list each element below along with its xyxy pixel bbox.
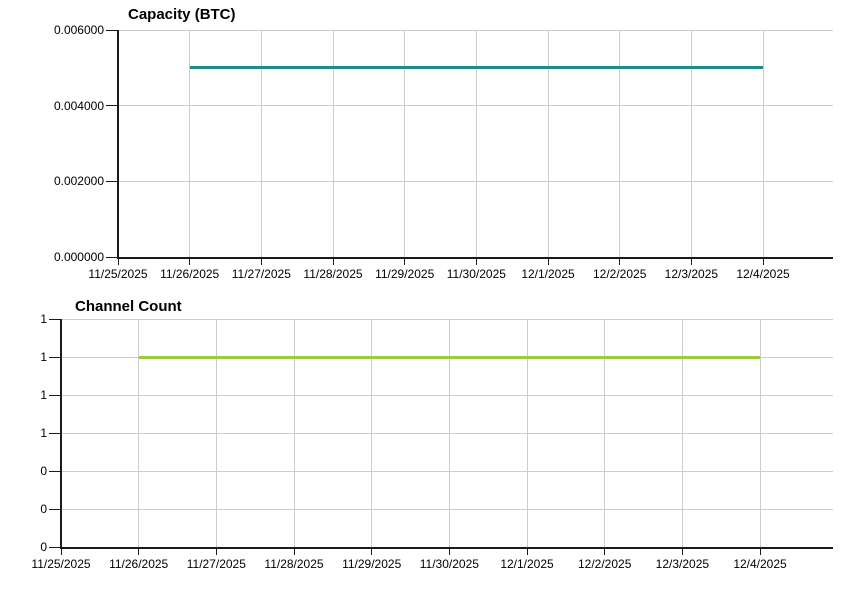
y-axis-tick	[49, 508, 60, 510]
y-tick-label: 1	[40, 350, 47, 364]
x-axis-tick	[138, 549, 140, 555]
y-tick-label: 1	[40, 426, 47, 440]
v-gridline	[293, 319, 295, 547]
v-gridline	[759, 319, 761, 547]
x-tick-label: 12/2/2025	[577, 557, 632, 571]
y-axis-tick	[49, 546, 60, 548]
h-gridline	[61, 394, 833, 396]
h-gridline	[61, 470, 833, 472]
y-tick-label: 0	[40, 540, 47, 554]
charts-canvas: Capacity (BTC) 0.006000 0.004000 0.002000 0.…	[0, 0, 860, 600]
y-axis-tick	[49, 356, 60, 358]
y-tick-label: 1	[40, 312, 47, 326]
x-axis-tick	[604, 549, 606, 555]
y-tick-label: 0	[40, 464, 47, 478]
channel-count-chart: Channel Count 1 1 1 1 0 0 0 11/25/2025 11/26/2025…	[0, 0, 860, 600]
x-tick-label: 12/4/2025	[733, 557, 787, 571]
h-gridline	[61, 508, 833, 510]
v-gridline	[681, 319, 683, 547]
y-tick-label: 0	[40, 502, 47, 516]
y-axis-tick	[49, 432, 60, 434]
x-axis-line	[60, 547, 833, 549]
x-tick-label: 11/30/2025	[419, 557, 479, 571]
v-gridline	[371, 319, 373, 547]
x-axis-tick	[215, 549, 217, 555]
v-gridline	[526, 319, 528, 547]
x-tick-label: 12/3/2025	[655, 557, 710, 571]
h-gridline	[61, 432, 833, 434]
y-axis-tick	[49, 394, 60, 396]
chart-title: Channel Count	[75, 298, 182, 315]
v-gridline	[448, 319, 450, 547]
v-gridline	[138, 319, 140, 547]
x-axis-tick	[293, 549, 295, 555]
y-axis-tick	[49, 318, 60, 320]
x-axis-tick	[681, 549, 683, 555]
v-gridline	[604, 319, 606, 547]
x-tick-label: 12/1/2025	[500, 557, 554, 571]
y-tick-label: 1	[40, 388, 47, 402]
x-tick-label: 11/29/2025	[342, 557, 402, 571]
x-axis-tick	[60, 549, 62, 555]
v-gridline	[215, 319, 217, 547]
h-gridline	[61, 318, 833, 320]
channel_count-series-line	[138, 355, 761, 359]
x-axis-tick	[759, 549, 761, 555]
y-axis-line	[60, 319, 62, 549]
y-axis-tick	[49, 470, 60, 472]
x-tick-label: 11/25/2025	[31, 557, 91, 571]
x-axis-tick	[371, 549, 373, 555]
x-tick-label: 11/26/2025	[109, 557, 169, 571]
x-tick-label: 11/27/2025	[186, 557, 246, 571]
x-tick-label: 11/28/2025	[264, 557, 324, 571]
x-axis-tick	[448, 549, 450, 555]
x-axis-tick	[526, 549, 528, 555]
